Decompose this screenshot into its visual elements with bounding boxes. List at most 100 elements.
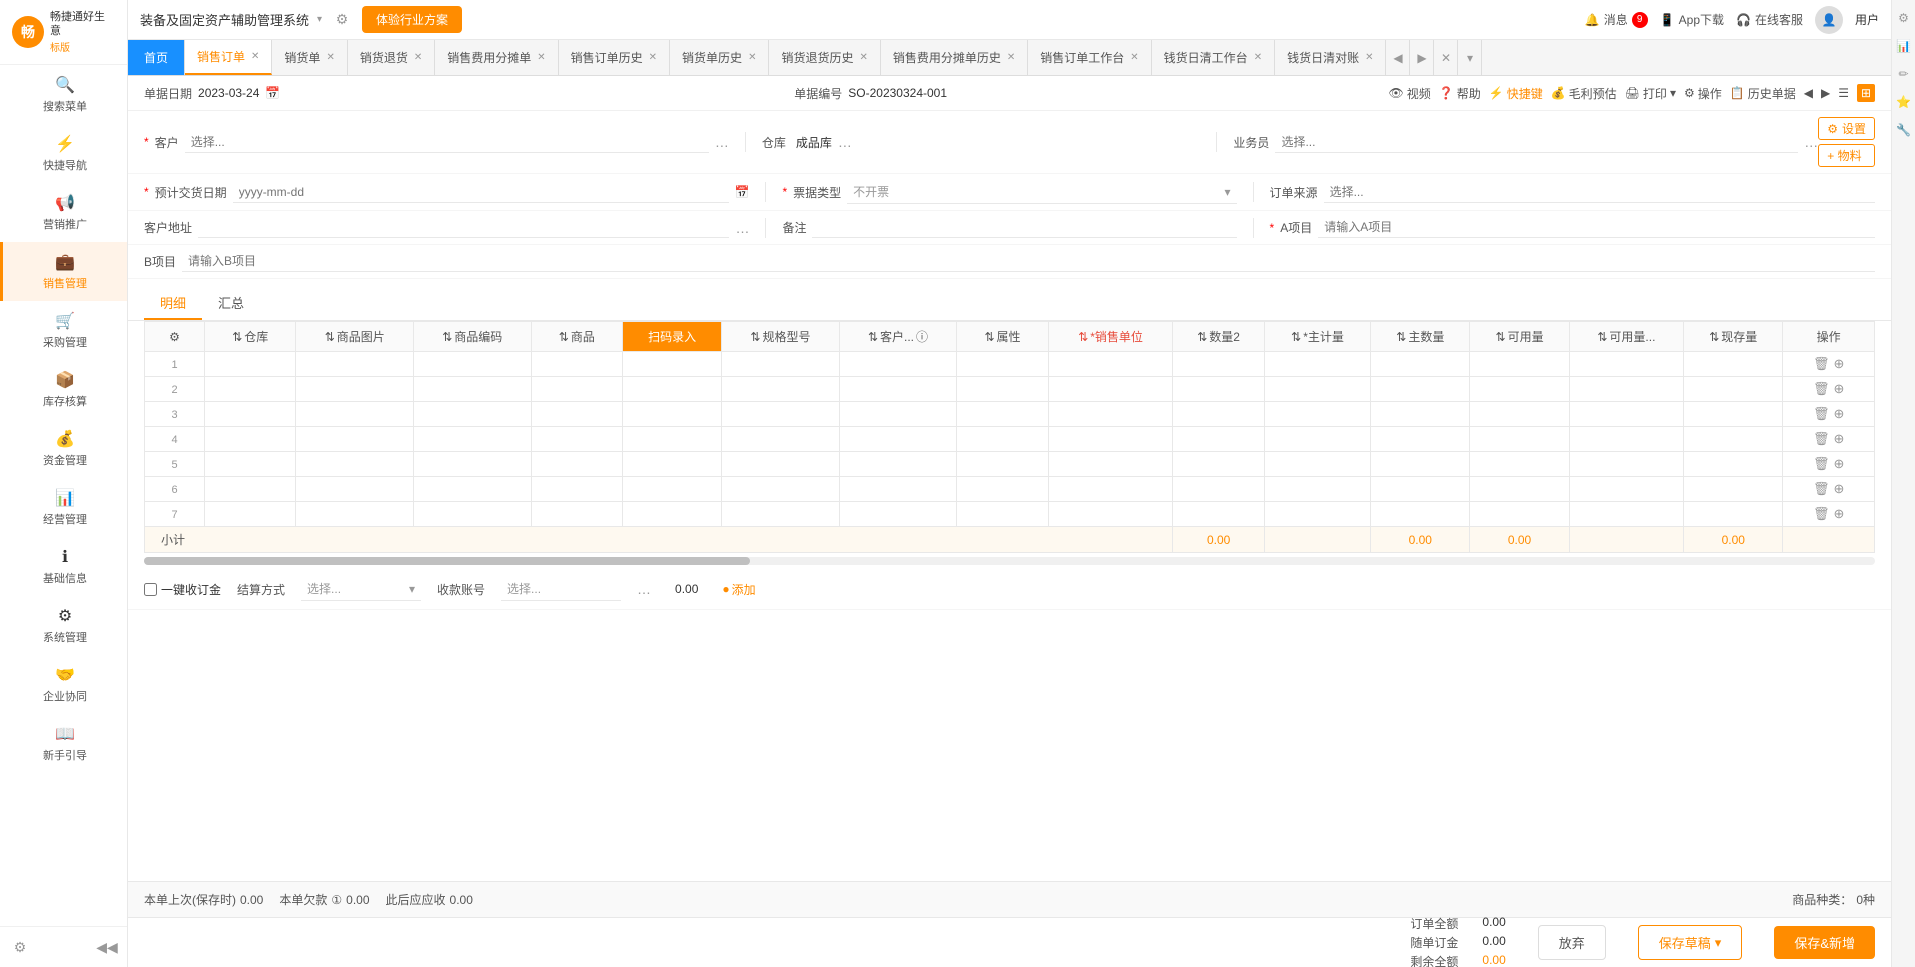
row-customer-code-cell[interactable] bbox=[839, 352, 957, 377]
rp-chart-icon[interactable]: 📊 bbox=[1894, 36, 1914, 56]
delete-row-icon[interactable]: 🗑 bbox=[1813, 356, 1830, 372]
row-spec-cell[interactable] bbox=[722, 427, 840, 452]
row-unit-cell[interactable] bbox=[1048, 377, 1173, 402]
notifications-button[interactable]: 🔔 消息 9 bbox=[1585, 11, 1648, 28]
profit-button[interactable]: 💰 毛利预估 bbox=[1551, 85, 1617, 102]
th-warehouse[interactable]: ⇅仓库 bbox=[205, 322, 296, 352]
th-available1[interactable]: ⇅可用量 bbox=[1470, 322, 1569, 352]
row-warehouse-cell[interactable] bbox=[205, 402, 296, 427]
tab-fee-split[interactable]: 销售费用分摊单 ✕ bbox=[435, 40, 558, 75]
sidebar-item-finance[interactable]: 💰 资金管理 bbox=[0, 419, 127, 478]
row-customer-code-cell[interactable] bbox=[839, 377, 957, 402]
address-more-icon[interactable]: … bbox=[735, 220, 749, 236]
order-source-input[interactable] bbox=[1324, 182, 1875, 203]
rp-tool-icon[interactable]: 🔧 bbox=[1894, 120, 1914, 140]
row-product-cell[interactable] bbox=[531, 377, 622, 402]
salesperson-more-icon[interactable]: … bbox=[1804, 134, 1818, 150]
sidebar-item-search[interactable]: 🔍 搜索菜单 bbox=[0, 65, 127, 124]
row-code-cell[interactable] bbox=[414, 377, 532, 402]
customer-more-icon[interactable]: … bbox=[715, 134, 729, 150]
tab-sales-invoice[interactable]: 销货单 ✕ bbox=[272, 40, 347, 75]
row-code-cell[interactable] bbox=[414, 402, 532, 427]
tab-fee-history[interactable]: 销售费用分摊单历史 ✕ bbox=[881, 40, 1028, 75]
row-product-cell[interactable] bbox=[531, 452, 622, 477]
app-download-button[interactable]: 📱 App下载 bbox=[1660, 11, 1724, 28]
th-available2[interactable]: ⇅可用量... bbox=[1569, 322, 1683, 352]
sidebar-item-sales[interactable]: 💼 销售管理 bbox=[0, 242, 127, 301]
tab-menu-icon[interactable]: ▾ bbox=[1458, 40, 1482, 75]
calendar-icon[interactable]: 📅 bbox=[265, 86, 280, 100]
add-material-button[interactable]: + 物料 bbox=[1818, 144, 1875, 167]
row-spec-cell[interactable] bbox=[722, 377, 840, 402]
row-spec-cell[interactable] bbox=[722, 402, 840, 427]
salesperson-input[interactable] bbox=[1275, 132, 1798, 153]
sidebar-item-basic-info[interactable]: ℹ 基础信息 bbox=[0, 537, 127, 596]
row-unit-cell[interactable] bbox=[1048, 502, 1173, 527]
th-image[interactable]: ⇅商品图片 bbox=[296, 322, 414, 352]
settings-button[interactable]: ⚙ 设置 bbox=[1818, 117, 1875, 140]
row-qty2-cell[interactable] bbox=[1173, 352, 1264, 377]
sidebar-item-inventory[interactable]: 📦 库存核算 bbox=[0, 360, 127, 419]
row-main-qty-cell[interactable] bbox=[1371, 402, 1470, 427]
account-select[interactable]: 选择... bbox=[501, 577, 621, 601]
save-new-button[interactable]: 保存&新增 bbox=[1774, 926, 1875, 959]
solution-button[interactable]: 体验行业方案 bbox=[362, 6, 462, 33]
row-available1-cell[interactable] bbox=[1470, 427, 1569, 452]
notes-input[interactable] bbox=[812, 217, 1236, 238]
video-button[interactable]: 👁 视频 bbox=[1389, 85, 1431, 102]
row-main-qty-cell[interactable] bbox=[1371, 352, 1470, 377]
sidebar-item-operations[interactable]: 📊 经营管理 bbox=[0, 478, 127, 537]
row-qty2-cell[interactable] bbox=[1173, 427, 1264, 452]
row-main-unit-cell[interactable] bbox=[1264, 477, 1370, 502]
collapse-icon[interactable]: ◀◀ bbox=[95, 935, 119, 959]
th-scan[interactable]: 扫码录入 bbox=[623, 322, 722, 352]
row-available1-cell[interactable] bbox=[1470, 377, 1569, 402]
row-main-qty-cell[interactable] bbox=[1371, 427, 1470, 452]
copy-row-icon[interactable]: ⊕ bbox=[1833, 406, 1844, 422]
row-main-qty-cell[interactable] bbox=[1371, 477, 1470, 502]
row-main-unit-cell[interactable] bbox=[1264, 352, 1370, 377]
project-a-input[interactable] bbox=[1318, 217, 1875, 238]
row-stock-cell[interactable] bbox=[1684, 502, 1783, 527]
save-draft-button[interactable]: 保存草稿 ▾ bbox=[1638, 925, 1743, 960]
payment-method-select[interactable]: 选择... ▾ bbox=[301, 577, 421, 601]
row-qty2-cell[interactable] bbox=[1173, 452, 1264, 477]
tab-close-all-icon[interactable]: ✕ bbox=[1434, 40, 1458, 75]
row-product-cell[interactable] bbox=[531, 402, 622, 427]
row-main-unit-cell[interactable] bbox=[1264, 402, 1370, 427]
row-unit-cell[interactable] bbox=[1048, 402, 1173, 427]
row-code-cell[interactable] bbox=[414, 427, 532, 452]
row-available1-cell[interactable] bbox=[1470, 502, 1569, 527]
grid-view-icon[interactable]: ⊞ bbox=[1857, 84, 1875, 102]
th-code[interactable]: ⇅商品编码 bbox=[414, 322, 532, 352]
warehouse-more-icon[interactable]: … bbox=[838, 134, 852, 150]
row-code-cell[interactable] bbox=[414, 352, 532, 377]
delivery-date-input[interactable] bbox=[233, 182, 729, 203]
scroll-thumb[interactable] bbox=[144, 557, 750, 565]
row-unit-cell[interactable] bbox=[1048, 477, 1173, 502]
row-attribute-cell[interactable] bbox=[957, 427, 1048, 452]
row-stock-cell[interactable] bbox=[1684, 452, 1783, 477]
tab-daily-clear[interactable]: 钱货日清工作台 ✕ bbox=[1152, 40, 1275, 75]
account-more-icon[interactable]: … bbox=[637, 581, 651, 597]
row-available2-cell[interactable] bbox=[1569, 502, 1683, 527]
row-customer-code-cell[interactable] bbox=[839, 477, 957, 502]
row-available1-cell[interactable] bbox=[1470, 402, 1569, 427]
th-spec[interactable]: ⇅规格型号 bbox=[722, 322, 840, 352]
history-button[interactable]: 📋 历史单据 bbox=[1730, 85, 1796, 102]
add-payment-button[interactable]: ● 添加 bbox=[722, 581, 755, 598]
row-main-qty-cell[interactable] bbox=[1371, 502, 1470, 527]
th-qty2[interactable]: ⇅数量2 bbox=[1173, 322, 1264, 352]
row-spec-cell[interactable] bbox=[722, 352, 840, 377]
delete-row-icon[interactable]: 🗑 bbox=[1813, 406, 1830, 422]
row-available1-cell[interactable] bbox=[1470, 477, 1569, 502]
copy-row-icon[interactable]: ⊕ bbox=[1833, 481, 1844, 497]
th-customer-code[interactable]: ⇅客户...ⓘ bbox=[839, 322, 957, 352]
row-customer-code-cell[interactable] bbox=[839, 427, 957, 452]
tab-invoice-history[interactable]: 销货单历史 ✕ bbox=[670, 40, 769, 75]
row-customer-code-cell[interactable] bbox=[839, 452, 957, 477]
row-warehouse-cell[interactable] bbox=[205, 502, 296, 527]
th-unit[interactable]: ⇅*销售单位 bbox=[1048, 322, 1173, 352]
row-spec-cell[interactable] bbox=[722, 477, 840, 502]
row-attribute-cell[interactable] bbox=[957, 402, 1048, 427]
